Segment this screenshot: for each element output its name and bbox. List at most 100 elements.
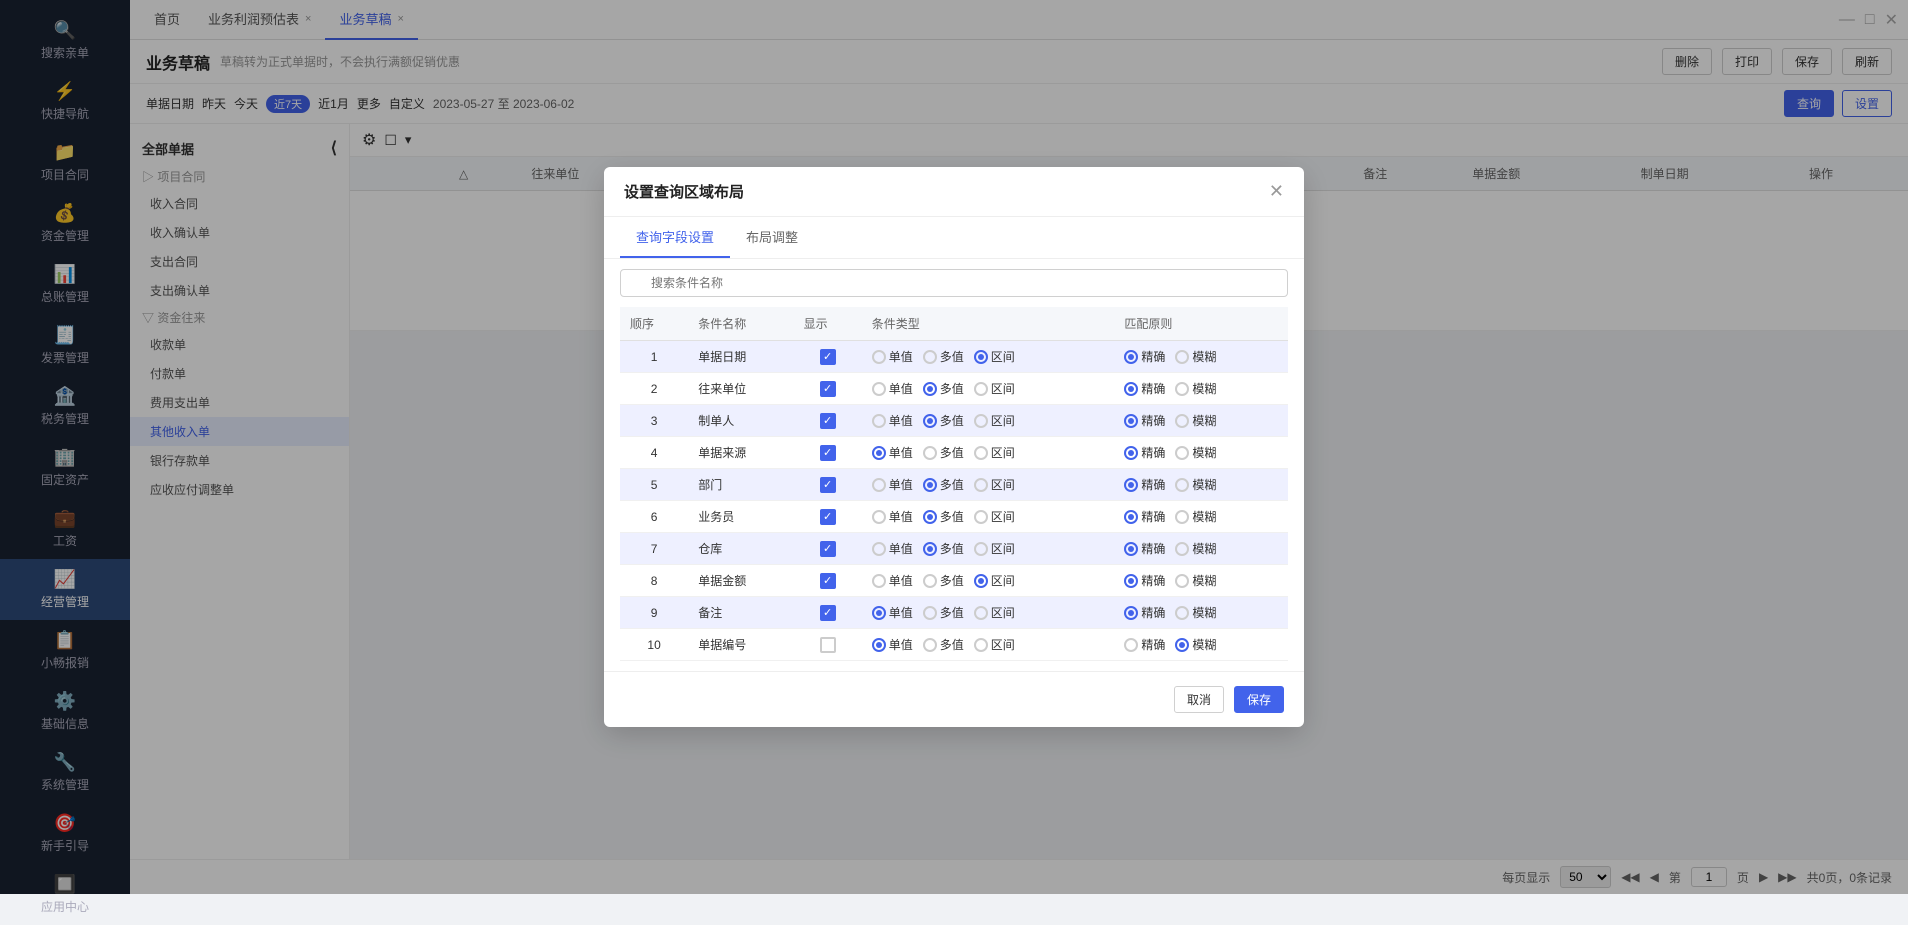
radio-match-精确[interactable]: 精确 bbox=[1124, 380, 1165, 397]
cell-name: 备注 bbox=[688, 597, 793, 629]
radio-type-多值[interactable]: 多值 bbox=[923, 636, 964, 653]
cell-name: 业务员 bbox=[688, 501, 793, 533]
radio-match-模糊[interactable]: 模糊 bbox=[1175, 636, 1216, 653]
radio-type-单值[interactable]: 单值 bbox=[872, 636, 913, 653]
display-checkbox[interactable]: ✓ bbox=[820, 573, 836, 589]
radio-type-单值[interactable]: 单值 bbox=[872, 444, 913, 461]
radio-type-多值[interactable]: 多值 bbox=[923, 508, 964, 525]
display-checkbox[interactable]: ✓ bbox=[820, 605, 836, 621]
radio-type-区间[interactable]: 区间 bbox=[974, 412, 1015, 429]
radio-type-多值[interactable]: 多值 bbox=[923, 444, 964, 461]
cell-display[interactable]: ✓ bbox=[794, 373, 862, 405]
radio-type-区间[interactable]: 区间 bbox=[974, 572, 1015, 589]
radio-type-单值[interactable]: 单值 bbox=[872, 380, 913, 397]
radio-match-精确[interactable]: 精确 bbox=[1124, 540, 1165, 557]
display-checkbox[interactable]: ✓ bbox=[820, 381, 836, 397]
radio-type-单值[interactable]: 单值 bbox=[872, 476, 913, 493]
modal-cancel-button[interactable]: 取消 bbox=[1174, 686, 1224, 713]
radio-type-单值[interactable]: 单值 bbox=[872, 540, 913, 557]
radio-type-区间[interactable]: 区间 bbox=[974, 604, 1015, 621]
radio-match-模糊[interactable]: 模糊 bbox=[1175, 348, 1216, 365]
cell-display[interactable]: ✓ bbox=[794, 501, 862, 533]
cell-display[interactable]: ✓ bbox=[794, 405, 862, 437]
modal-table-row: 3制单人✓单值多值区间精确模糊 bbox=[620, 405, 1288, 437]
radio-match-模糊[interactable]: 模糊 bbox=[1175, 572, 1216, 589]
radio-type-多值[interactable]: 多值 bbox=[923, 604, 964, 621]
radio-type-多值[interactable]: 多值 bbox=[923, 412, 964, 429]
radio-type-区间[interactable]: 区间 bbox=[974, 380, 1015, 397]
cell-order: 10 bbox=[620, 629, 688, 661]
radio-type-单值[interactable]: 单值 bbox=[872, 412, 913, 429]
search-wrapper: 🔍 bbox=[620, 269, 1288, 297]
radio-match-模糊[interactable]: 模糊 bbox=[1175, 508, 1216, 525]
radio-match-精确[interactable]: 精确 bbox=[1124, 636, 1165, 653]
display-checkbox[interactable]: ✓ bbox=[820, 445, 836, 461]
display-checkbox[interactable]: ✓ bbox=[820, 349, 836, 365]
modal-save-button[interactable]: 保存 bbox=[1234, 686, 1284, 713]
cell-order: 6 bbox=[620, 501, 688, 533]
radio-match-模糊[interactable]: 模糊 bbox=[1175, 444, 1216, 461]
cell-display[interactable]: ✓ bbox=[794, 565, 862, 597]
modal-tab-layout[interactable]: 布局调整 bbox=[730, 217, 814, 258]
radio-match-模糊[interactable]: 模糊 bbox=[1175, 380, 1216, 397]
radio-match-模糊[interactable]: 模糊 bbox=[1175, 604, 1216, 621]
cell-order: 9 bbox=[620, 597, 688, 629]
radio-type-区间[interactable]: 区间 bbox=[974, 476, 1015, 493]
cell-name: 单据编号 bbox=[688, 629, 793, 661]
radio-type-单值[interactable]: 单值 bbox=[872, 348, 913, 365]
radio-type-单值[interactable]: 单值 bbox=[872, 604, 913, 621]
radio-match-精确[interactable]: 精确 bbox=[1124, 508, 1165, 525]
cell-display[interactable]: ✓ bbox=[794, 437, 862, 469]
radio-type-区间[interactable]: 区间 bbox=[974, 540, 1015, 557]
radio-type-区间[interactable]: 区间 bbox=[974, 636, 1015, 653]
display-checkbox[interactable]: ✓ bbox=[820, 477, 836, 493]
display-checkbox[interactable]: ✓ bbox=[820, 413, 836, 429]
cell-name: 制单人 bbox=[688, 405, 793, 437]
cell-display[interactable] bbox=[794, 629, 862, 661]
radio-type-多值[interactable]: 多值 bbox=[923, 348, 964, 365]
radio-type-多值[interactable]: 多值 bbox=[923, 476, 964, 493]
radio-match-模糊[interactable]: 模糊 bbox=[1175, 540, 1216, 557]
radio-match-精确[interactable]: 精确 bbox=[1124, 572, 1165, 589]
radio-type-多值[interactable]: 多值 bbox=[923, 540, 964, 557]
modal-table-row: 7仓库✓单值多值区间精确模糊 bbox=[620, 533, 1288, 565]
radio-match-精确[interactable]: 精确 bbox=[1124, 412, 1165, 429]
radio-match-模糊[interactable]: 模糊 bbox=[1175, 412, 1216, 429]
radio-match-精确[interactable]: 精确 bbox=[1124, 348, 1165, 365]
radio-match-精确[interactable]: 精确 bbox=[1124, 476, 1165, 493]
cell-order: 4 bbox=[620, 437, 688, 469]
cell-display[interactable]: ✓ bbox=[794, 597, 862, 629]
radio-type-区间[interactable]: 区间 bbox=[974, 348, 1015, 365]
modal-table-row: 6业务员 ✓ 单值多值区间 精确模糊 bbox=[620, 501, 1288, 533]
radio-type-多值[interactable]: 多值 bbox=[923, 380, 964, 397]
radio-type-区间[interactable]: 区间 bbox=[974, 508, 1015, 525]
cell-display[interactable]: ✓ bbox=[794, 341, 862, 373]
display-checkbox[interactable] bbox=[820, 637, 836, 653]
sidebar-label-apps: 应用中心 bbox=[41, 898, 89, 915]
cell-name: 单据日期 bbox=[688, 341, 793, 373]
cell-match: 精确模糊 bbox=[1114, 373, 1288, 405]
cell-display[interactable]: ✓ bbox=[794, 533, 862, 565]
modal-search-input[interactable] bbox=[620, 269, 1288, 297]
modal-table-row: 5部门✓单值多值区间精确模糊 bbox=[620, 469, 1288, 501]
radio-type-单值[interactable]: 单值 bbox=[872, 508, 913, 525]
modal-title: 设置查询区域布局 bbox=[624, 181, 744, 202]
cell-order: 7 bbox=[620, 533, 688, 565]
radio-type-区间[interactable]: 区间 bbox=[974, 444, 1015, 461]
modal-col-match: 匹配原则 bbox=[1114, 307, 1288, 341]
display-checkbox[interactable]: ✓ bbox=[820, 541, 836, 557]
cell-display[interactable]: ✓ bbox=[794, 469, 862, 501]
radio-type-多值[interactable]: 多值 bbox=[923, 572, 964, 589]
radio-match-模糊[interactable]: 模糊 bbox=[1175, 476, 1216, 493]
modal-close-button[interactable]: ✕ bbox=[1269, 181, 1284, 202]
display-checkbox[interactable]: ✓ bbox=[820, 509, 836, 525]
radio-type-单值[interactable]: 单值 bbox=[872, 572, 913, 589]
modal-col-order: 顺序 bbox=[620, 307, 688, 341]
radio-match-精确[interactable]: 精确 bbox=[1124, 604, 1165, 621]
modal-table: 顺序 条件名称 显示 条件类型 匹配原则 1单据日期✓单值多值区间精确模糊2往来… bbox=[620, 307, 1288, 661]
radio-match-精确[interactable]: 精确 bbox=[1124, 444, 1165, 461]
modal-tab-query-fields[interactable]: 查询字段设置 bbox=[620, 217, 730, 258]
modal-search-area: 🔍 bbox=[604, 259, 1304, 307]
cell-type: 单值多值区间 bbox=[862, 533, 1115, 565]
cell-type: 单值多值区间 bbox=[862, 437, 1115, 469]
